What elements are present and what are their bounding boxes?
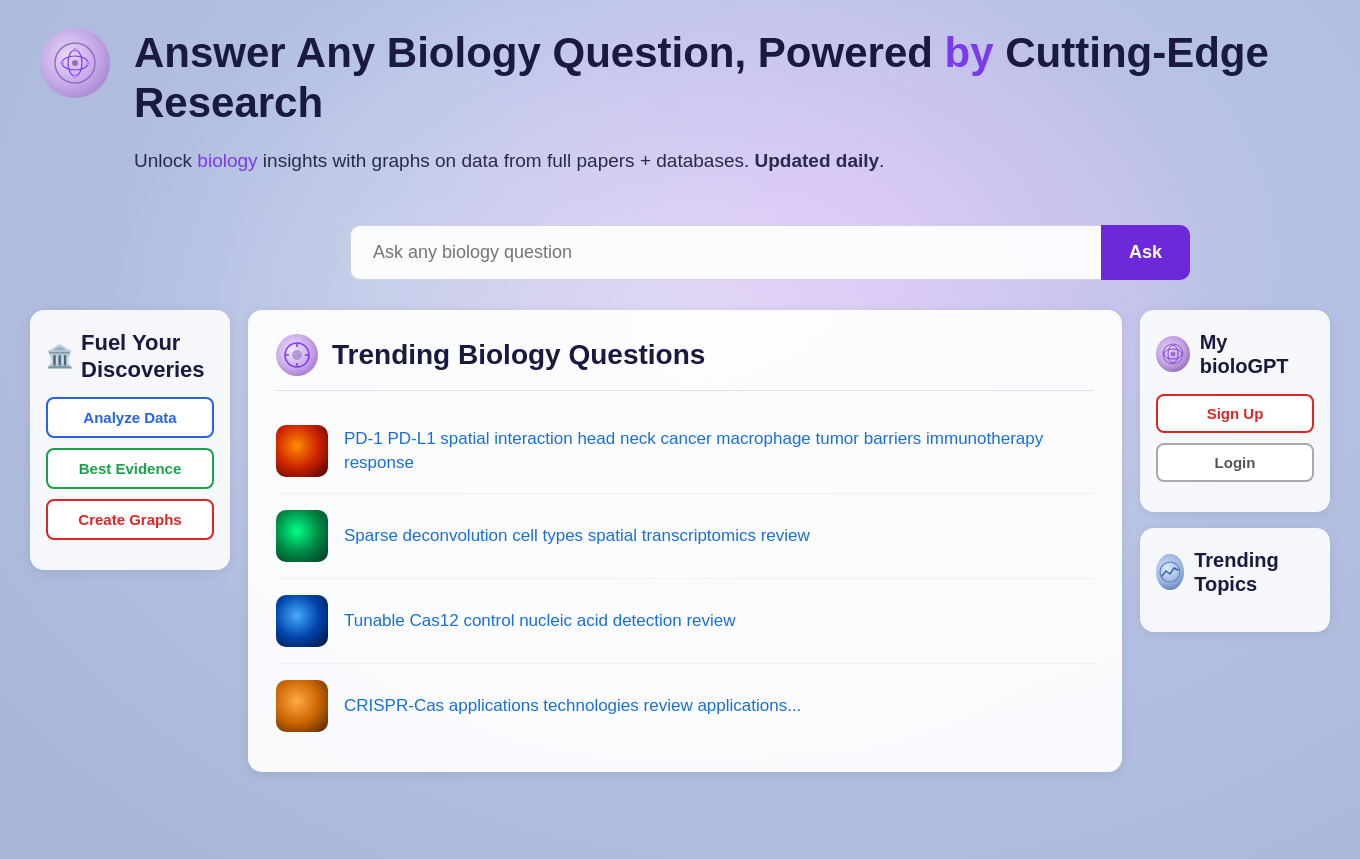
subtitle-end: . <box>879 150 884 171</box>
header-text: Answer Any Biology Question, Powered by … <box>134 28 1320 175</box>
subtitle-bold: Updated daily <box>749 150 879 171</box>
logo <box>40 28 110 98</box>
trending-topics-icon <box>1156 554 1184 590</box>
trending-topics-header: Trending Topics <box>1156 548 1314 596</box>
panel-header: Trending Biology Questions <box>276 334 1094 391</box>
svg-point-17 <box>1170 352 1175 357</box>
my-biologpt-title: My bioloGPT <box>1200 330 1314 378</box>
login-button[interactable]: Login <box>1156 443 1314 482</box>
right-sidebar: My bioloGPT Sign Up Login Trending Topic… <box>1140 310 1330 632</box>
topic-item[interactable]: CRISPR-Cas applications technologies rev… <box>276 664 1094 748</box>
svg-point-9 <box>292 350 302 360</box>
topic-link-3[interactable]: Tunable Cas12 control nucleic acid detec… <box>344 609 736 633</box>
topic-thumb-2 <box>276 510 328 562</box>
panel-icon <box>276 334 318 376</box>
svg-point-18 <box>1160 562 1180 582</box>
svg-point-3 <box>72 60 78 66</box>
biology-link[interactable]: biology <box>197 150 257 171</box>
ask-button[interactable]: Ask <box>1101 225 1190 280</box>
topic-thumb-3 <box>276 595 328 647</box>
topic-link-4[interactable]: CRISPR-Cas applications technologies rev… <box>344 694 801 718</box>
main-columns: 🏛️ Fuel Your Discoveries Analyze Data Be… <box>0 310 1360 802</box>
sidebar-title: Fuel Your Discoveries <box>81 330 214 383</box>
panel-title: Trending Biology Questions <box>332 339 705 371</box>
topic-item[interactable]: Tunable Cas12 control nucleic acid detec… <box>276 579 1094 664</box>
topic-link-1[interactable]: PD-1 PD-L1 spatial interaction head neck… <box>344 427 1094 475</box>
topic-thumb-1 <box>276 425 328 477</box>
main-title: Answer Any Biology Question, Powered by … <box>134 28 1320 129</box>
topic-link-2[interactable]: Sparse deconvolution cell types spatial … <box>344 524 810 548</box>
svg-point-5 <box>73 74 77 78</box>
svg-point-7 <box>86 61 90 65</box>
subtitle-prefix: Unlock <box>134 150 197 171</box>
signup-button[interactable]: Sign Up <box>1156 394 1314 433</box>
biologpt-icon <box>1156 336 1190 372</box>
subtitle-suffix: insights with graphs on data from full p… <box>258 150 750 171</box>
header: Answer Any Biology Question, Powered by … <box>0 0 1360 195</box>
create-graphs-button[interactable]: Create Graphs <box>46 499 214 540</box>
trending-topics-title: Trending Topics <box>1194 548 1314 596</box>
topic-thumb-4 <box>276 680 328 732</box>
search-container: Ask <box>350 225 1190 280</box>
search-input[interactable] <box>350 225 1101 280</box>
my-biologpt-card: My bioloGPT Sign Up Login <box>1140 310 1330 512</box>
topic-item[interactable]: PD-1 PD-L1 spatial interaction head neck… <box>276 409 1094 494</box>
topic-item[interactable]: Sparse deconvolution cell types spatial … <box>276 494 1094 579</box>
analyze-data-button[interactable]: Analyze Data <box>46 397 214 438</box>
title-part1: Answer Any Biology Question, Powered <box>134 29 945 76</box>
trending-topics-card: Trending Topics <box>1140 528 1330 632</box>
search-area: Ask <box>0 195 1360 310</box>
sidebar-header: 🏛️ Fuel Your Discoveries <box>46 330 214 383</box>
title-highlight: by <box>945 29 994 76</box>
svg-point-6 <box>60 61 64 65</box>
svg-point-4 <box>73 48 77 52</box>
center-panel: Trending Biology Questions PD-1 PD-L1 sp… <box>248 310 1122 772</box>
my-biologpt-header: My bioloGPT <box>1156 330 1314 378</box>
subtitle: Unlock biology insights with graphs on d… <box>134 147 1320 176</box>
sidebar-icon: 🏛️ <box>46 344 73 370</box>
best-evidence-button[interactable]: Best Evidence <box>46 448 214 489</box>
left-sidebar: 🏛️ Fuel Your Discoveries Analyze Data Be… <box>30 310 230 570</box>
